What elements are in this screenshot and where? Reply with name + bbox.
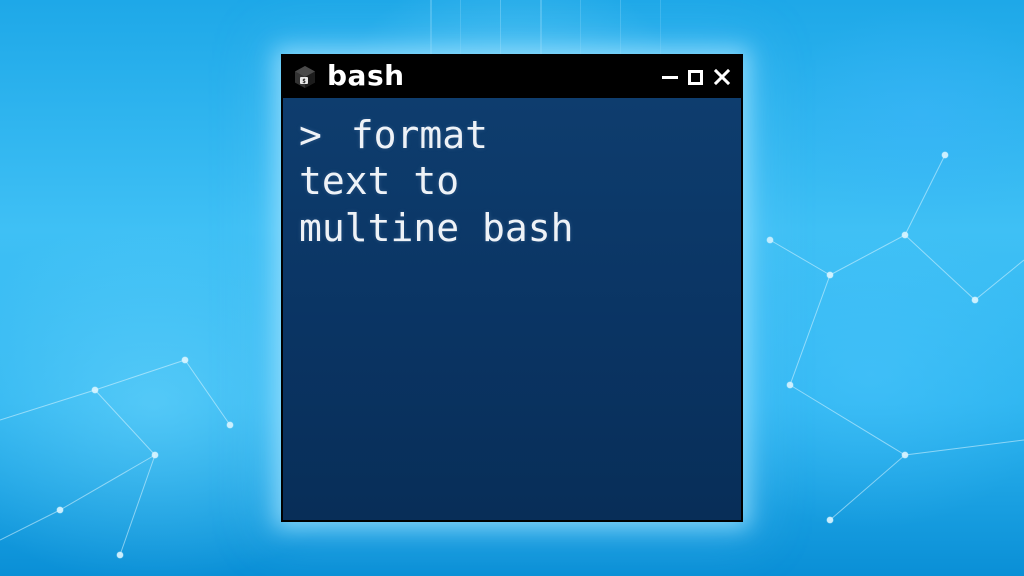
command-text-line2: text to	[299, 159, 459, 203]
command-text-line3: multine bash	[299, 206, 574, 250]
terminal-body[interactable]: > format text to multine bash	[283, 98, 741, 520]
svg-text:$: $	[302, 78, 306, 85]
bash-cube-icon: $	[291, 63, 319, 91]
command-text-line1: format	[351, 113, 488, 157]
titlebar[interactable]: $ bash	[283, 56, 741, 98]
maximize-icon[interactable]	[688, 70, 703, 85]
window-title: bash	[327, 62, 654, 90]
terminal-window: $ bash > format text to multine bash	[281, 54, 743, 522]
close-icon[interactable]	[713, 68, 731, 86]
window-controls	[662, 68, 731, 86]
prompt-symbol: >	[299, 113, 322, 157]
minimize-icon[interactable]	[662, 69, 678, 85]
